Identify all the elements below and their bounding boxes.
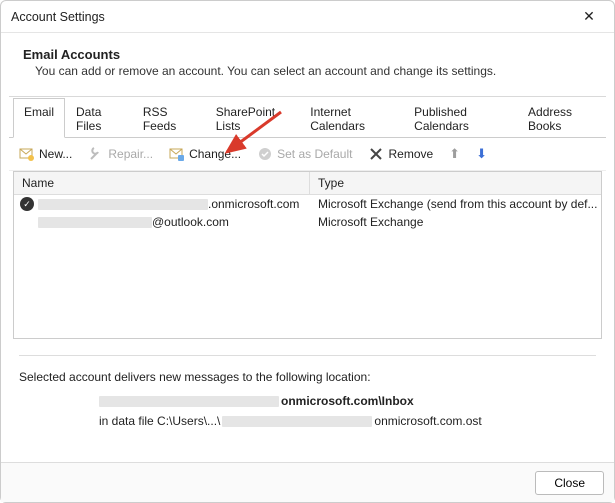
change-label: Change... [189, 147, 241, 161]
repair-icon [88, 146, 104, 162]
tab-internet-calendars[interactable]: Internet Calendars [299, 98, 403, 138]
move-down-button[interactable]: ⬇ [470, 144, 493, 164]
new-label: New... [39, 147, 72, 161]
window-close-button[interactable]: ✕ [570, 5, 608, 29]
list-header: Name Type [14, 172, 601, 195]
header-subtitle: You can add or remove an account. You ca… [35, 64, 592, 78]
name-suffix: @outlook.com [152, 215, 229, 229]
tab-address-books[interactable]: Address Books [517, 98, 606, 138]
header-title: Email Accounts [23, 47, 592, 62]
name-suffix: .onmicrosoft.com [208, 197, 299, 211]
content-area: Email Data Files RSS Feeds SharePoint Li… [9, 96, 606, 428]
title-bar: Account Settings ✕ [1, 1, 614, 33]
datafile-suffix: onmicrosoft.com.ost [374, 414, 481, 428]
list-row[interactable]: @outlook.com Microsoft Exchange [14, 213, 601, 231]
tab-strip: Email Data Files RSS Feeds SharePoint Li… [9, 97, 606, 138]
tab-data-files[interactable]: Data Files [65, 98, 132, 138]
tab-rss-feeds[interactable]: RSS Feeds [132, 98, 205, 138]
cell-name: ✓ .onmicrosoft.com [14, 197, 310, 211]
delivery-intro: Selected account delivers new messages t… [19, 370, 596, 384]
redacted-text [99, 396, 279, 407]
delivery-location: onmicrosoft.com\Inbox [99, 394, 596, 408]
move-up-button: ⬆ [443, 144, 466, 164]
toolbar: New... Repair... Change... Set as Defaul… [9, 138, 606, 171]
arrow-up-icon: ⬆ [449, 146, 460, 162]
tab-sharepoint-lists[interactable]: SharePoint Lists [205, 98, 300, 138]
window-title: Account Settings [11, 10, 105, 24]
close-icon: ✕ [583, 8, 595, 25]
arrow-down-icon: ⬇ [476, 146, 487, 162]
column-type[interactable]: Type [310, 172, 601, 194]
check-circle-icon [257, 146, 273, 162]
set-default-label: Set as Default [277, 147, 352, 161]
new-mail-icon [19, 146, 35, 162]
account-list: Name Type ✓ .onmicrosoft.com Microsoft E… [13, 171, 602, 339]
tab-published-calendars[interactable]: Published Calendars [403, 98, 517, 138]
remove-icon [368, 146, 384, 162]
datafile-prefix: in data file C:\Users\...\ [99, 414, 220, 428]
set-default-button: Set as Default [251, 144, 358, 164]
remove-label: Remove [388, 147, 433, 161]
default-account-icon: ✓ [20, 197, 34, 211]
remove-button[interactable]: Remove [362, 144, 439, 164]
delivery-location-suffix: onmicrosoft.com\Inbox [281, 394, 414, 408]
repair-label: Repair... [108, 147, 153, 161]
new-button[interactable]: New... [13, 144, 78, 164]
change-button[interactable]: Change... [163, 144, 247, 164]
cell-type: Microsoft Exchange [310, 215, 601, 229]
redacted-text [38, 217, 152, 228]
redacted-text [38, 199, 208, 210]
cell-name: @outlook.com [14, 215, 310, 229]
delivery-section: Selected account delivers new messages t… [19, 355, 596, 428]
header: Email Accounts You can add or remove an … [1, 33, 614, 88]
dialog-footer: Close [1, 462, 614, 502]
change-icon [169, 146, 185, 162]
column-name[interactable]: Name [14, 172, 310, 194]
cell-type: Microsoft Exchange (send from this accou… [310, 197, 601, 211]
delivery-datafile: in data file C:\Users\...\ onmicrosoft.c… [99, 414, 596, 428]
repair-button: Repair... [82, 144, 159, 164]
list-row[interactable]: ✓ .onmicrosoft.com Microsoft Exchange (s… [14, 195, 601, 213]
tab-email[interactable]: Email [13, 98, 65, 138]
redacted-text [222, 416, 372, 427]
close-button[interactable]: Close [535, 471, 604, 495]
